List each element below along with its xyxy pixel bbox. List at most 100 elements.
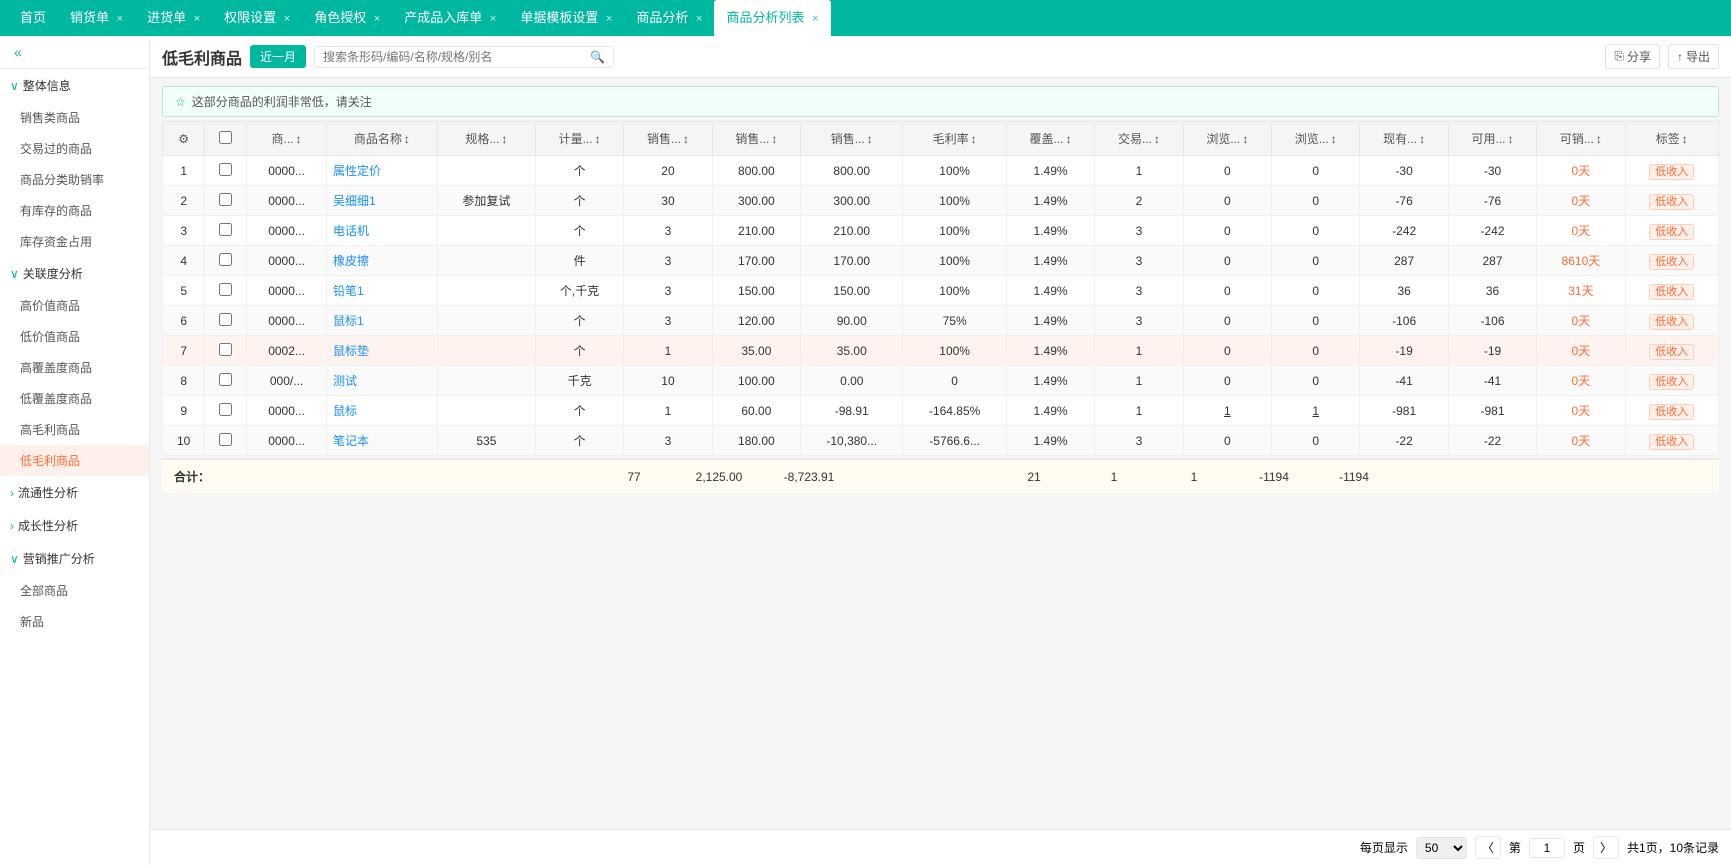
row-select[interactable] bbox=[219, 313, 232, 326]
row-name[interactable]: 测试 bbox=[326, 366, 437, 396]
row-select[interactable] bbox=[219, 193, 232, 206]
col-available[interactable]: 可用... ↕ bbox=[1448, 122, 1536, 156]
row-name[interactable]: 鼠标 bbox=[326, 396, 437, 426]
row-v4: -5766.6... bbox=[903, 426, 1006, 456]
sidebar-group-overall[interactable]: ∨ 整体信息 bbox=[0, 69, 149, 102]
row-v9: -19 bbox=[1360, 336, 1448, 366]
nav-purchase[interactable]: 进货单 × bbox=[135, 0, 212, 36]
sidebar-group-marketing[interactable]: ∨ 营销推广分析 bbox=[0, 542, 149, 575]
sidebar-group-association[interactable]: ∨ 关联度分析 bbox=[0, 257, 149, 290]
search-input[interactable] bbox=[323, 50, 586, 64]
row-spec bbox=[437, 366, 535, 396]
col-checkbox bbox=[205, 122, 247, 156]
date-filter-btn[interactable]: 近一月 bbox=[250, 45, 306, 68]
row-select[interactable] bbox=[219, 373, 232, 386]
page-input[interactable] bbox=[1529, 838, 1565, 858]
row-name[interactable]: 笔记本 bbox=[326, 426, 437, 456]
nav-product-stock-close[interactable]: × bbox=[490, 13, 496, 25]
sidebar-item-high-coverage[interactable]: 高覆盖度商品 bbox=[0, 352, 149, 383]
row-unit: 个 bbox=[535, 426, 623, 456]
sidebar-item-low-coverage[interactable]: 低覆盖度商品 bbox=[0, 383, 149, 414]
row-select[interactable] bbox=[219, 223, 232, 236]
col-sales1[interactable]: 销售... ↕ bbox=[624, 122, 712, 156]
col-current[interactable]: 现有... ↕ bbox=[1360, 122, 1448, 156]
row-name[interactable]: 橡皮擦 bbox=[326, 246, 437, 276]
search-icon[interactable]: 🔍 bbox=[590, 50, 605, 64]
nav-analysis-list-close[interactable]: × bbox=[812, 13, 818, 25]
col-unit[interactable]: 计量... ↕ bbox=[535, 122, 623, 156]
nav-template[interactable]: 单据模板设置 × bbox=[508, 0, 624, 36]
nav-template-close[interactable]: × bbox=[606, 13, 612, 25]
export-button[interactable]: ↑ 导出 bbox=[1668, 44, 1719, 69]
nav-product-stock[interactable]: 产成品入库单 × bbox=[392, 0, 508, 36]
col-view1[interactable]: 浏览... ↕ bbox=[1183, 122, 1271, 156]
row-name[interactable]: 吴细细1 bbox=[326, 186, 437, 216]
sidebar-item-traded[interactable]: 交易过的商品 bbox=[0, 133, 149, 164]
next-page-btn[interactable]: 〉 bbox=[1593, 836, 1619, 859]
row-select[interactable] bbox=[219, 283, 232, 296]
sidebar-item-in-stock[interactable]: 有库存的商品 bbox=[0, 195, 149, 226]
row-v8[interactable]: 1 bbox=[1272, 396, 1360, 426]
sidebar-item-sales-goods[interactable]: 销售类商品 bbox=[0, 102, 149, 133]
nav-purchase-close[interactable]: × bbox=[194, 13, 200, 25]
col-coverage[interactable]: 覆盖... ↕ bbox=[1006, 122, 1094, 156]
sidebar-item-low-value[interactable]: 低价值商品 bbox=[0, 321, 149, 352]
total-v1: 77 bbox=[594, 470, 674, 484]
nav-roles[interactable]: 角色授权 × bbox=[302, 0, 392, 36]
sidebar-item-category-rate[interactable]: 商品分类助销率 bbox=[0, 164, 149, 195]
row-select[interactable] bbox=[219, 163, 232, 176]
sidebar-item-new-goods[interactable]: 新品 bbox=[0, 606, 149, 637]
row-name[interactable]: 铅笔1 bbox=[326, 276, 437, 306]
row-select[interactable] bbox=[219, 253, 232, 266]
col-code[interactable]: 商... ↕ bbox=[247, 122, 327, 156]
row-name[interactable]: 属性定价 bbox=[326, 156, 437, 186]
sidebar-collapse-btn[interactable]: « bbox=[8, 42, 28, 62]
col-sales2[interactable]: 销售... ↕ bbox=[712, 122, 800, 156]
col-saleable[interactable]: 可销... ↕ bbox=[1537, 122, 1625, 156]
col-sales3[interactable]: 销售... ↕ bbox=[801, 122, 903, 156]
row-name[interactable]: 鼠标1 bbox=[326, 306, 437, 336]
nav-permissions[interactable]: 权限设置 × bbox=[212, 0, 302, 36]
sidebar-group-association-label: 关联度分析 bbox=[23, 265, 83, 282]
nav-sales-close[interactable]: × bbox=[117, 13, 123, 25]
top-navigation: 首页 销货单 × 进货单 × 权限设置 × 角色授权 × 产成品入库单 × 单据… bbox=[0, 0, 1731, 36]
row-name[interactable]: 电话机 bbox=[326, 216, 437, 246]
sidebar-item-high-margin[interactable]: 高毛利商品 bbox=[0, 414, 149, 445]
sidebar-item-all-goods[interactable]: 全部商品 bbox=[0, 575, 149, 606]
row-select[interactable] bbox=[219, 343, 232, 356]
row-checkbox bbox=[205, 186, 247, 216]
row-v2: 120.00 bbox=[712, 306, 800, 336]
nav-analysis-close[interactable]: × bbox=[696, 13, 702, 25]
nav-analysis[interactable]: 商品分析 × bbox=[624, 0, 714, 36]
col-trade[interactable]: 交易... ↕ bbox=[1095, 122, 1183, 156]
row-code: 0000... bbox=[247, 306, 327, 336]
sidebar-group-flow[interactable]: › 流通性分析 bbox=[0, 476, 149, 509]
col-margin-rate[interactable]: 毛利率 ↕ bbox=[903, 122, 1006, 156]
row-v7[interactable]: 1 bbox=[1183, 396, 1271, 426]
col-spec[interactable]: 规格... ↕ bbox=[437, 122, 535, 156]
row-spec: 535 bbox=[437, 426, 535, 456]
row-select[interactable] bbox=[219, 433, 232, 446]
share-button[interactable]: ⎘ 分享 bbox=[1605, 44, 1660, 69]
col-name[interactable]: 商品名称 ↕ bbox=[326, 122, 437, 156]
nav-roles-close[interactable]: × bbox=[374, 13, 380, 25]
col-tag[interactable]: 标签 ↕ bbox=[1625, 122, 1718, 156]
prev-page-btn[interactable]: 〈 bbox=[1475, 836, 1501, 859]
row-select[interactable] bbox=[219, 403, 232, 416]
sidebar-item-capital[interactable]: 库存资金占用 bbox=[0, 226, 149, 257]
sidebar-item-high-value[interactable]: 高价值商品 bbox=[0, 290, 149, 321]
nav-analysis-list[interactable]: 商品分析列表 × bbox=[714, 0, 830, 36]
row-checkbox bbox=[205, 336, 247, 366]
col-settings[interactable]: ⚙ bbox=[163, 122, 205, 156]
row-v9: -30 bbox=[1360, 156, 1448, 186]
per-page-select[interactable]: 50 100 200 bbox=[1416, 837, 1467, 859]
row-name[interactable]: 鼠标垫 bbox=[326, 336, 437, 366]
nav-home[interactable]: 首页 bbox=[8, 0, 58, 36]
sidebar-item-low-margin[interactable]: 低毛利商品 bbox=[0, 445, 149, 476]
nav-permissions-close[interactable]: × bbox=[284, 13, 290, 25]
nav-sales[interactable]: 销货单 × bbox=[58, 0, 135, 36]
row-v6: 1 bbox=[1095, 366, 1183, 396]
select-all-checkbox[interactable] bbox=[219, 131, 232, 144]
col-view2[interactable]: 浏览... ↕ bbox=[1272, 122, 1360, 156]
sidebar-group-growth[interactable]: › 成长性分析 bbox=[0, 509, 149, 542]
